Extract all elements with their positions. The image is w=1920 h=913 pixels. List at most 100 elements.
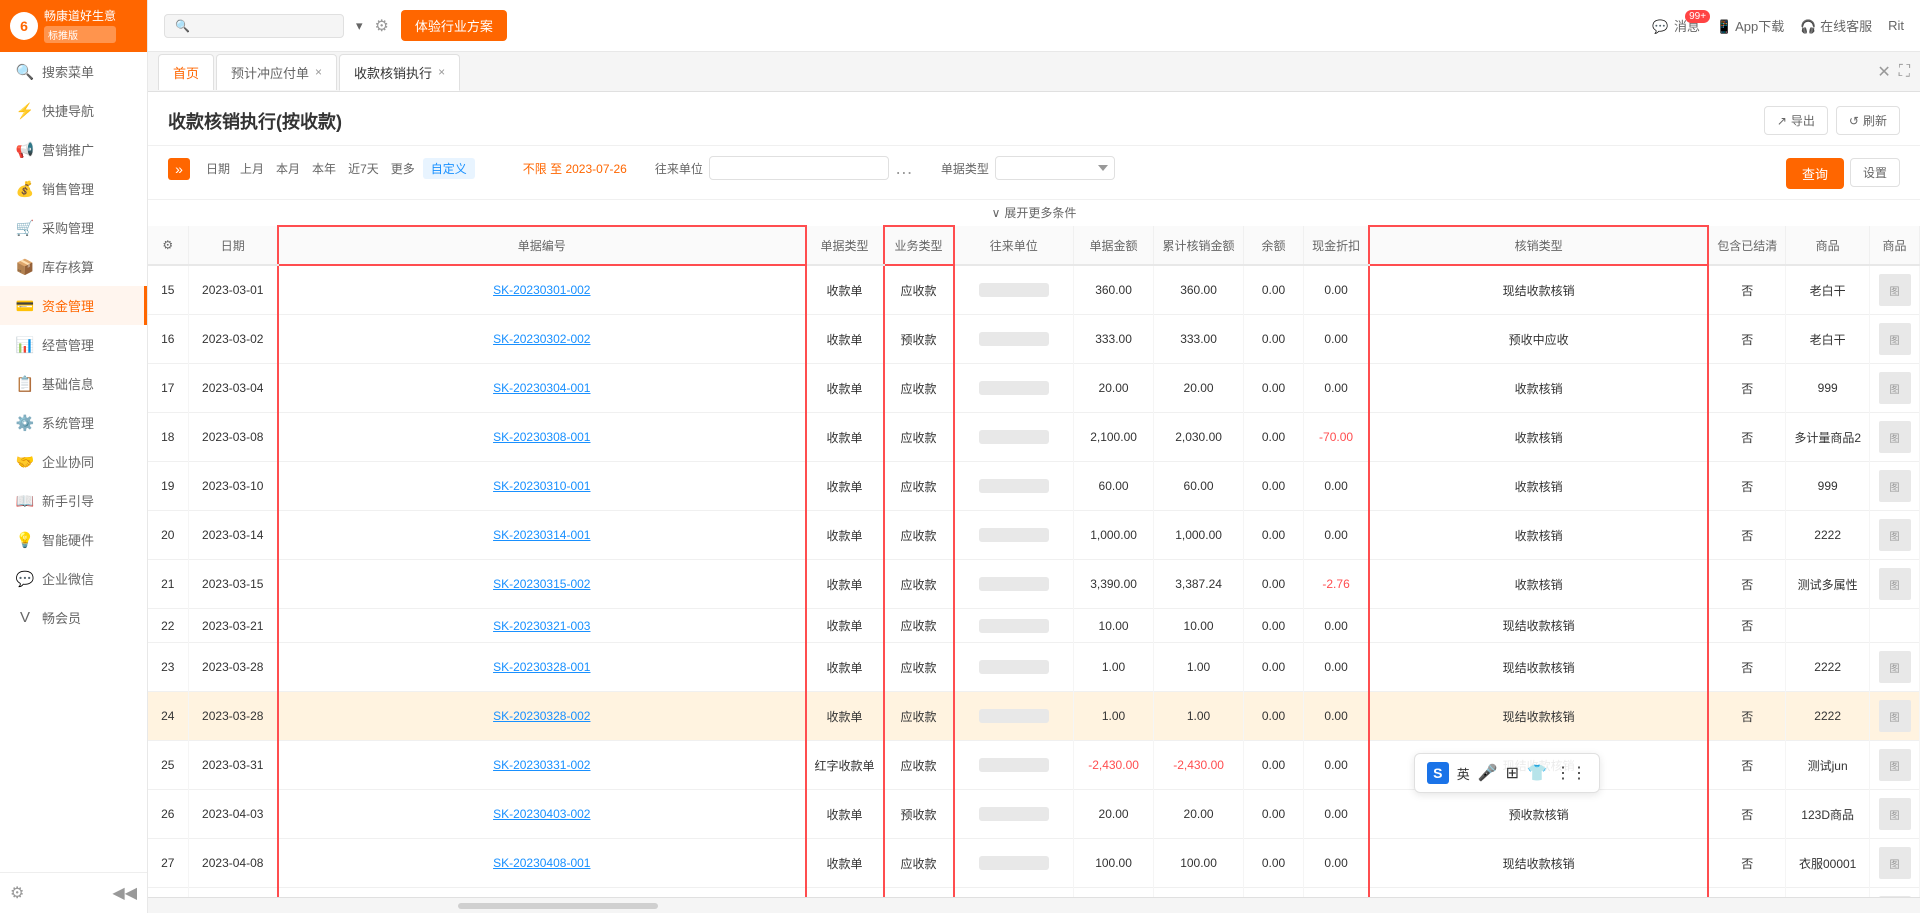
last-month-shortcut[interactable]: 上月 [236,158,268,179]
sidebar-item-guide[interactable]: 📖 新手引导 [0,481,147,520]
table-row[interactable]: 28 2023-04-18 SK-20230418-001 收款单 应收款 10… [148,888,1920,898]
app-download-label: App下载 [1735,19,1784,34]
toolbar-mic-icon[interactable]: 🎤 [1478,763,1498,783]
partner-dots-btn[interactable]: … [895,159,913,177]
filter-actions: 查询 设置 [1786,156,1900,189]
sidebar-item-system[interactable]: ⚙️ 系统管理 [0,403,147,442]
table-row[interactable]: 23 2023-03-28 SK-20230328-001 收款单 应收款 1.… [148,643,1920,692]
floating-toolbar[interactable]: S 英 🎤 ⊞ 👕 ⋮⋮ [1414,753,1600,793]
tab-receipt-cancel[interactable]: 收款核销执行 × [339,54,460,91]
row-canceltype: 收款核销 [1369,462,1708,511]
collab-icon: 🤝 [16,453,34,471]
horizontal-scrollbar[interactable] [148,897,1920,913]
row-biztype: 应收款 [884,511,954,560]
export-button[interactable]: ↗ 导出 [1764,106,1828,135]
query-button[interactable]: 查询 [1786,158,1844,189]
row-order-link[interactable]: SK-20230310-001 [278,462,806,511]
row-doctype: 收款单 [806,692,884,741]
sidebar-item-collab[interactable]: 🤝 企业协同 [0,442,147,481]
toolbar-grid-icon[interactable]: ⊞ [1506,763,1519,783]
row-order-link[interactable]: SK-20230308-001 [278,413,806,462]
doctype-filter-select[interactable] [995,156,1115,180]
row-order-link[interactable]: SK-20230418-001 [278,888,806,898]
topbar-search-box[interactable]: 🔍 [164,14,344,38]
filter-toggle-button[interactable]: » [168,158,190,180]
expand-tab-icon[interactable]: ⛶ [1899,63,1910,81]
sidebar-item-search[interactable]: 🔍 搜索菜单 [0,52,147,91]
close-tab-icon[interactable]: ✕ [1877,62,1890,82]
table-row[interactable]: 27 2023-04-08 SK-20230408-001 收款单 应收款 10… [148,839,1920,888]
row-order-link[interactable]: SK-20230302-002 [278,315,806,364]
toolbar-shirt-icon[interactable]: 👕 [1527,763,1547,783]
table-row[interactable]: 25 2023-03-31 SK-20230331-002 红字收款单 应收款 … [148,741,1920,790]
table-row[interactable]: 21 2023-03-15 SK-20230315-002 收款单 应收款 3,… [148,560,1920,609]
sidebar-item-basic[interactable]: 📋 基础信息 [0,364,147,403]
row-order-link[interactable]: SK-20230328-001 [278,643,806,692]
collapse-icon[interactable]: ◀◀ [112,883,137,903]
table-row[interactable]: 20 2023-03-14 SK-20230314-001 收款单 应收款 1,… [148,511,1920,560]
table-row[interactable]: 19 2023-03-10 SK-20230310-001 收款单 应收款 60… [148,462,1920,511]
tab-home[interactable]: 首页 [158,54,214,90]
row-order-link[interactable]: SK-20230304-001 [278,364,806,413]
row-settled: 1.00 [1154,692,1244,741]
row-order-link[interactable]: SK-20230403-002 [278,790,806,839]
table-row[interactable]: 24 2023-03-28 SK-20230328-002 收款单 应收款 1.… [148,692,1920,741]
col-header-included: 包含已结清 [1708,226,1786,265]
table-row[interactable]: 16 2023-03-02 SK-20230302-002 收款单 预收款 33… [148,315,1920,364]
toolbar-apps-icon[interactable]: ⋮⋮ [1555,763,1587,783]
date-shortcuts: 上月 本月 本年 近7天 更多 自定义 [236,158,475,179]
online-service-link[interactable]: 🎧 在线客服 [1800,16,1872,35]
receipt-cancel-tab-close[interactable]: × [438,65,445,79]
sidebar-item-guide-label: 新手引导 [42,491,94,510]
row-order-link[interactable]: SK-20230301-002 [278,265,806,315]
sidebar-item-sales[interactable]: 💰 销售管理 [0,169,147,208]
table-row[interactable]: 15 2023-03-01 SK-20230301-002 收款单 应收款 36… [148,265,1920,315]
topbar-dropdown[interactable]: ▾ [356,18,363,34]
row-order-link[interactable]: SK-20230331-002 [278,741,806,790]
topbar-gear-icon[interactable]: ⚙ [375,16,389,36]
message-badge[interactable]: 💬 消息 99+ [1652,16,1700,35]
table-row[interactable]: 26 2023-04-03 SK-20230403-002 收款单 预收款 20… [148,790,1920,839]
sidebar-item-weixin-label: 企业微信 [42,569,94,588]
sidebar-item-finance[interactable]: 💳 资金管理 [0,286,147,325]
this-year-shortcut[interactable]: 本年 [308,158,340,179]
row-doctype: 收款单 [806,839,884,888]
sidebar-item-operations-label: 经营管理 [42,335,94,354]
row-order-link[interactable]: SK-20230315-002 [278,560,806,609]
row-balance: 0.00 [1244,315,1304,364]
table-row[interactable]: 18 2023-03-08 SK-20230308-001 收款单 应收款 2,… [148,413,1920,462]
industry-solution-button[interactable]: 体验行业方案 [401,10,507,41]
table-row[interactable]: 22 2023-03-21 SK-20230321-003 收款单 应收款 10… [148,609,1920,643]
app-download-link[interactable]: 📱 App下载 [1716,16,1784,35]
sidebar-item-member[interactable]: V 畅会员 [0,598,147,637]
last-7days-shortcut[interactable]: 近7天 [344,158,383,179]
sidebar-item-operations[interactable]: 📊 经营管理 [0,325,147,364]
row-canceltype: 现结收款核销 [1369,839,1708,888]
partner-filter-input[interactable] [709,156,889,180]
sidebar-item-hardware[interactable]: 💡 智能硬件 [0,520,147,559]
more-shortcut[interactable]: 更多 [387,158,419,179]
sidebar-item-inventory[interactable]: 📦 库存核算 [0,247,147,286]
custom-date-btn[interactable]: 自定义 [423,158,475,179]
scrollbar-thumb[interactable] [458,903,658,909]
tab-prepay-doc[interactable]: 预计冲应付单 × [216,54,337,90]
refresh-button[interactable]: ↺ 刷新 [1836,106,1900,135]
row-order-link[interactable]: SK-20230321-003 [278,609,806,643]
sidebar-item-purchase[interactable]: 🛒 采购管理 [0,208,147,247]
expand-more-row[interactable]: ∨ 展开更多条件 [148,200,1920,225]
settings-icon[interactable]: ⚙ [10,883,24,903]
this-month-shortcut[interactable]: 本月 [272,158,304,179]
row-order-link[interactable]: SK-20230314-001 [278,511,806,560]
sidebar-item-marketing[interactable]: 📢 营销推广 [0,130,147,169]
prepay-doc-tab-close[interactable]: × [315,65,322,79]
row-order-link[interactable]: SK-20230408-001 [278,839,806,888]
table-row[interactable]: 17 2023-03-04 SK-20230304-001 收款单 应收款 20… [148,364,1920,413]
settings-col-icon[interactable]: ⚙ [162,238,173,252]
sidebar-item-shortcuts[interactable]: ⚡ 快捷导航 [0,91,147,130]
row-included: 否 [1708,315,1786,364]
row-order-link[interactable]: SK-20230328-002 [278,692,806,741]
settings-button[interactable]: 设置 [1850,158,1900,187]
sidebar-item-weixin[interactable]: 💬 企业微信 [0,559,147,598]
user-account[interactable]: Rit [1888,18,1904,33]
topbar-search-input[interactable] [194,19,314,33]
